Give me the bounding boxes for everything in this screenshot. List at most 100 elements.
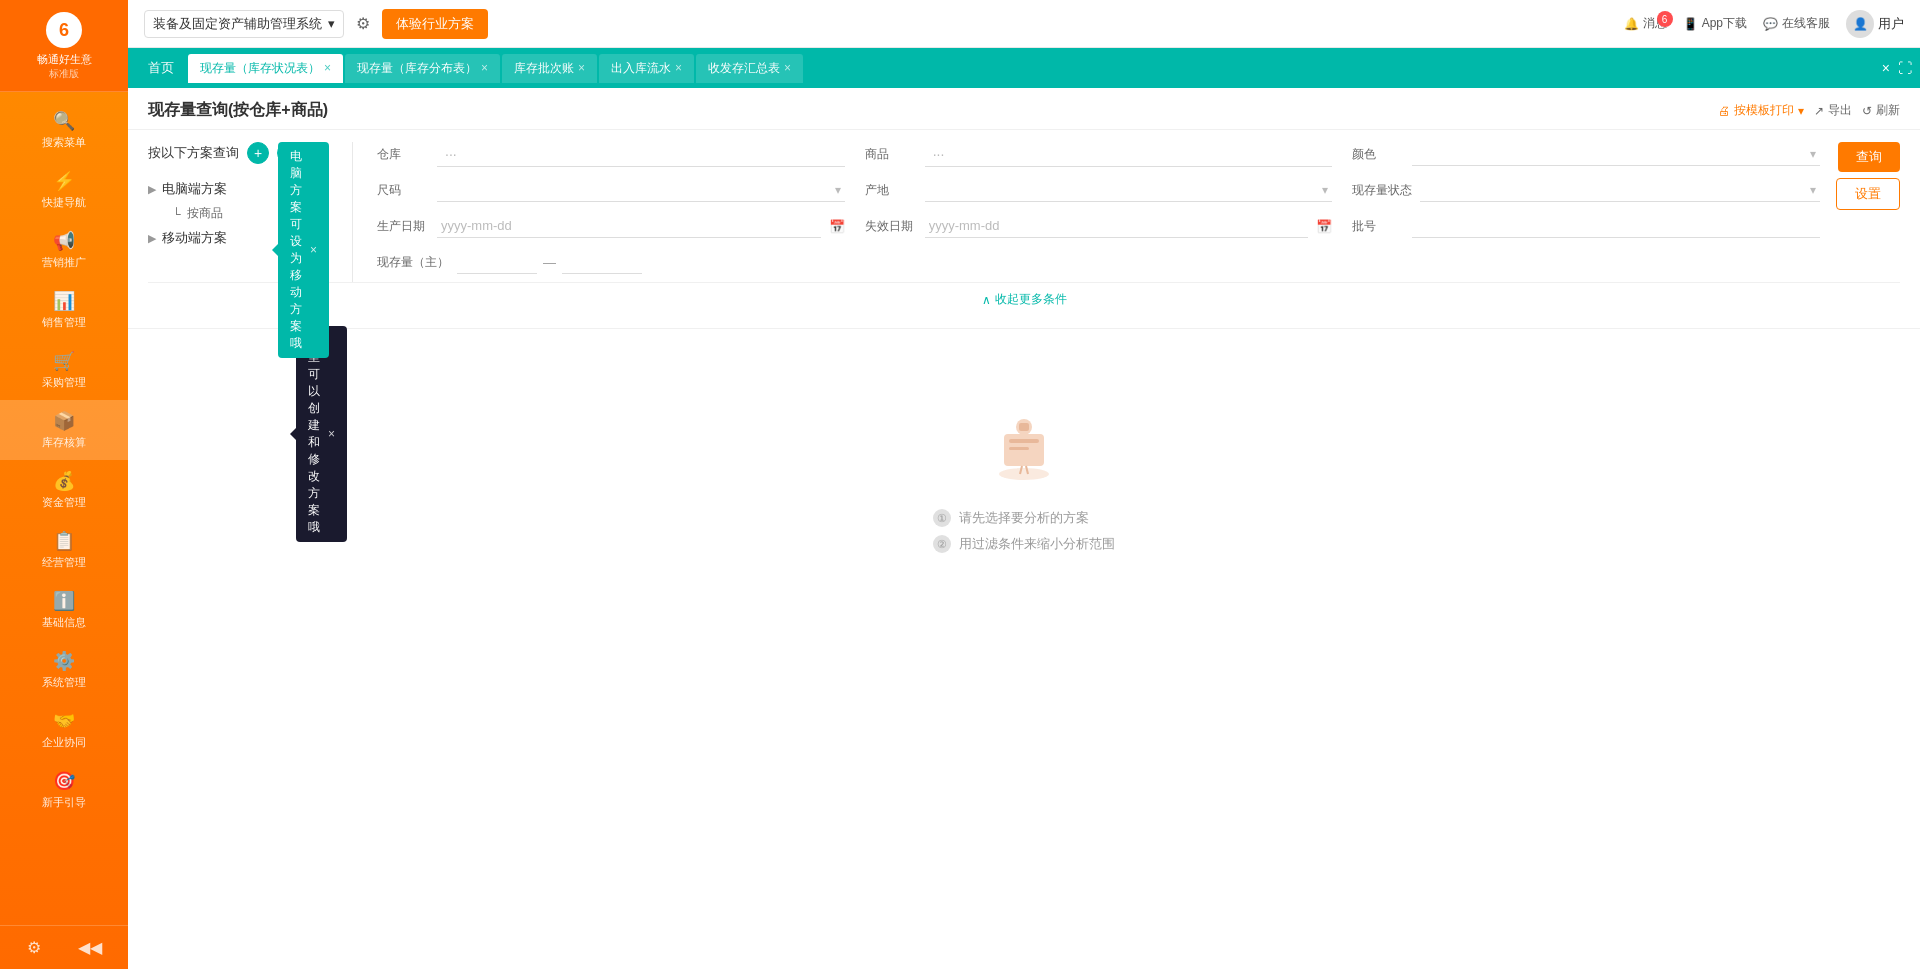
tab-close-all-icon[interactable]: × [1882,60,1890,76]
gear-button[interactable]: ⚙ [356,14,370,33]
logo-icon: 6 [46,12,82,48]
tab-close-batch[interactable]: × [578,61,585,75]
base-icon: ℹ️ [53,590,75,612]
trial-button[interactable]: 体验行业方案 [382,9,488,39]
size-chevron-icon: ▾ [835,183,841,197]
filter-origin: 产地 ▾ [865,179,1333,202]
sidebar-item-sales[interactable]: 📊 销售管理 [0,280,128,340]
stock-status-chevron-icon: ▾ [1810,183,1816,197]
edit-tooltip-close[interactable]: × [328,427,335,441]
inventory-max-input[interactable] [562,250,642,274]
color-select[interactable]: ▾ [1412,143,1820,166]
tab-close-inventory-dist[interactable]: × [481,61,488,75]
stock-status-select[interactable]: ▾ [1420,179,1820,202]
collapse-bar[interactable]: ∧ 收起更多条件 [148,282,1900,316]
query-button[interactable]: 查询 [1838,142,1900,172]
tab-batch[interactable]: 库存批次账 × [502,54,597,83]
system-selector[interactable]: 装备及固定资产辅助管理系统 ▾ [144,10,344,38]
user-button[interactable]: 👤 用户 [1846,10,1904,38]
tab-inventory-dist[interactable]: 现存量（库存分布表） × [345,54,500,83]
collab-icon: 🤝 [53,710,75,732]
sidebar-item-purchase[interactable]: 🛒 采购管理 [0,340,128,400]
avatar: 👤 [1846,10,1874,38]
main-area: 装备及固定资产辅助管理系统 ▾ ⚙ 体验行业方案 🔔 消息 6 📱 App下载 … [128,0,1920,969]
purchase-icon: 🛒 [53,350,75,372]
filter-goods: 商品 ··· [865,142,1333,167]
tab-inventory-status[interactable]: 现存量（库存状况表） × [188,54,343,83]
system-name: 装备及固定资产辅助管理系统 [153,15,322,33]
tab-home[interactable]: 首页 [136,53,186,83]
notice-button[interactable]: 🔔 消息 6 [1624,15,1667,32]
svg-rect-2 [1009,439,1039,443]
bell-icon: 🔔 [1624,17,1639,31]
produce-date-input[interactable] [437,214,821,238]
origin-chevron-icon: ▾ [1322,183,1328,197]
goods-select[interactable]: ··· [925,142,1333,167]
sidebar-item-guide[interactable]: 🎯 新手引导 [0,760,128,820]
tab-summary[interactable]: 收发存汇总表 × [696,54,803,83]
sidebar-item-finance[interactable]: 💰 资金管理 [0,460,128,520]
inventory-icon: 📦 [53,410,75,432]
expire-date-input[interactable] [925,214,1309,238]
tab-expand-icon[interactable]: ⛶ [1898,60,1912,76]
nav-icon: ⚡ [53,170,75,192]
origin-select[interactable]: ▾ [925,179,1333,202]
tab-bar: 首页 现存量（库存状况表） × 现存量（库存分布表） × 库存批次账 × 出入库… [128,48,1920,88]
filter-area: 按以下方案查询 + ✎ « 电脑方案可设为移动方案哦 × [128,130,1920,329]
top-header: 装备及固定资产辅助管理系统 ▾ ⚙ 体验行业方案 🔔 消息 6 📱 App下载 … [128,0,1920,48]
settings-footer-btn[interactable]: ⚙ [27,938,41,957]
sidebar-item-system[interactable]: ⚙️ 系统管理 [0,640,128,700]
export-button[interactable]: ↗ 导出 [1814,102,1852,119]
tab-bar-right: × ⛶ [1882,60,1912,76]
tooltip-scheme: 电脑方案可设为移动方案哦 × [278,142,329,358]
tab-close-inventory-status[interactable]: × [324,61,331,75]
page-content: 现存量查询(按仓库+商品) 🖨 按模板打印 ▾ ↗ 导出 ↺ 刷新 [128,88,1920,969]
collapse-sidebar-btn[interactable]: ◀◀ [78,938,102,957]
guide-icon: 🎯 [53,770,75,792]
tooltip-scheme-close[interactable]: × [310,243,317,257]
sidebar-item-inventory[interactable]: 📦 库存核算 [0,400,128,460]
sidebar-item-base[interactable]: ℹ️ 基础信息 [0,580,128,640]
filter-row-3: 生产日期 📅 失效日期 📅 批号 [377,214,1820,238]
print-chevron-icon: ▾ [1798,104,1804,118]
tab-close-flow[interactable]: × [675,61,682,75]
filter-row-1: 仓库 ··· 商品 ··· 颜色 [377,142,1820,167]
sidebar-item-search[interactable]: 🔍 搜索菜单 [0,100,128,160]
tab-flow[interactable]: 出入库流水 × [599,54,694,83]
expire-date-calendar-icon[interactable]: 📅 [1316,219,1332,234]
add-scheme-button[interactable]: + [247,142,269,164]
produce-date-calendar-icon[interactable]: 📅 [829,219,845,234]
sidebar-item-collab[interactable]: 🤝 企业协同 [0,700,128,760]
management-icon: 📋 [53,530,75,552]
refresh-icon: ↺ [1862,104,1872,118]
logo-text: 畅通好生意 标准版 [37,52,92,81]
filter-produce-date: 生产日期 📅 [377,214,845,238]
color-chevron-icon: ▾ [1810,147,1816,161]
tree-mobile-arrow: ▶ [148,232,156,245]
tree-desktop-arrow: ▶ [148,183,156,196]
sidebar-item-marketing[interactable]: 📢 营销推广 [0,220,128,280]
sidebar-item-nav[interactable]: ⚡ 快捷导航 [0,160,128,220]
app-download-button[interactable]: 📱 App下载 [1683,15,1747,32]
service-icon: 💬 [1763,17,1778,31]
inventory-min-input[interactable] [457,250,537,274]
edit-tooltip: 这里可以创建和修改方案哦 × [296,326,347,542]
filter-row-4: 现存量（主） — [377,250,1820,274]
inventory-range: — [457,250,642,274]
tab-close-summary[interactable]: × [784,61,791,75]
filter-inventory: 现存量（主） — [377,250,642,274]
export-icon: ↗ [1814,104,1824,118]
filter-size: 尺码 ▾ [377,179,845,202]
refresh-button[interactable]: ↺ 刷新 [1862,102,1900,119]
warehouse-select[interactable]: ··· [437,142,845,167]
tooltip-scheme-box: 电脑方案可设为移动方案哦 × [278,142,329,358]
size-select[interactable]: ▾ [437,179,845,202]
reset-button[interactable]: 设置 [1836,178,1900,210]
sidebar-item-management[interactable]: 📋 经营管理 [0,520,128,580]
system-icon: ⚙️ [53,650,75,672]
batch-input[interactable] [1412,214,1820,238]
filter-warehouse: 仓库 ··· [377,142,845,167]
print-button[interactable]: 🖨 按模板打印 ▾ [1718,102,1804,119]
online-service-button[interactable]: 💬 在线客服 [1763,15,1830,32]
filter-row-2: 尺码 ▾ 产地 ▾ [377,179,1820,202]
